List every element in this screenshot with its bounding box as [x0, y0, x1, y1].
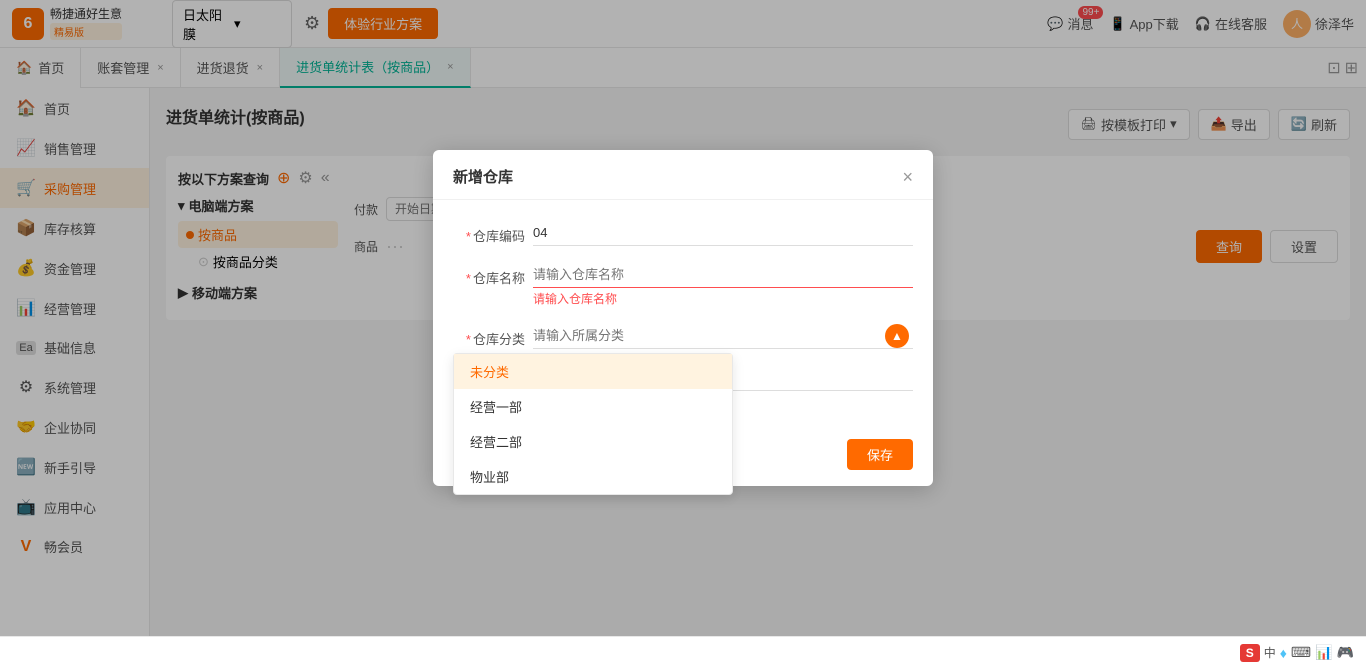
category-form-row: *仓库分类 ▲ 未分类 经营一部 经营二部 物业部: [453, 323, 913, 349]
name-control: 请输入仓库名称: [533, 262, 913, 307]
dot-icon: ♦: [1280, 645, 1287, 661]
name-error: 请输入仓库名称: [533, 290, 913, 307]
gamepad-icon[interactable]: 🎮: [1337, 644, 1354, 661]
keyboard-icon[interactable]: ⌨: [1291, 644, 1311, 661]
dropdown-option-none[interactable]: 未分类: [454, 354, 732, 389]
dropdown-option-dept2[interactable]: 经营二部: [454, 424, 732, 459]
chinese-label: 中: [1264, 644, 1276, 661]
bottom-bar: S 中 ♦ ⌨ 📊 🎮: [0, 636, 1366, 668]
category-label: *仓库分类: [453, 323, 533, 348]
code-control: [533, 220, 913, 246]
name-form-row: *仓库名称 请输入仓库名称: [453, 262, 913, 307]
category-dropdown-menu: 未分类 经营一部 经营二部 物业部: [453, 353, 733, 495]
new-warehouse-modal: 新增仓库 × *仓库编码 *仓库名称 请输入仓库名称: [433, 150, 933, 486]
dropdown-option-prop[interactable]: 物业部: [454, 459, 732, 494]
modal-overlay[interactable]: 新增仓库 × *仓库编码 *仓库名称 请输入仓库名称: [0, 0, 1366, 636]
dropdown-option-dept1[interactable]: 经营一部: [454, 389, 732, 424]
name-input[interactable]: [533, 262, 913, 288]
code-form-row: *仓库编码: [453, 220, 913, 246]
brand-s-icon: S: [1240, 644, 1260, 662]
modal-body: *仓库编码 *仓库名称 请输入仓库名称 *仓库分类: [433, 200, 933, 427]
category-control: ▲ 未分类 经营一部 经营二部 物业部: [533, 323, 913, 349]
category-input[interactable]: [533, 323, 913, 349]
save-button[interactable]: 保存: [847, 439, 913, 470]
modal-close-button[interactable]: ×: [902, 168, 913, 186]
chart-icon[interactable]: 📊: [1315, 644, 1332, 661]
category-dropdown-arrow[interactable]: ▲: [885, 324, 909, 348]
code-label: *仓库编码: [453, 220, 533, 245]
name-label: *仓库名称: [453, 262, 533, 287]
code-input[interactable]: [533, 220, 913, 246]
modal-title: 新增仓库: [453, 166, 513, 187]
modal-header: 新增仓库 ×: [433, 150, 933, 200]
